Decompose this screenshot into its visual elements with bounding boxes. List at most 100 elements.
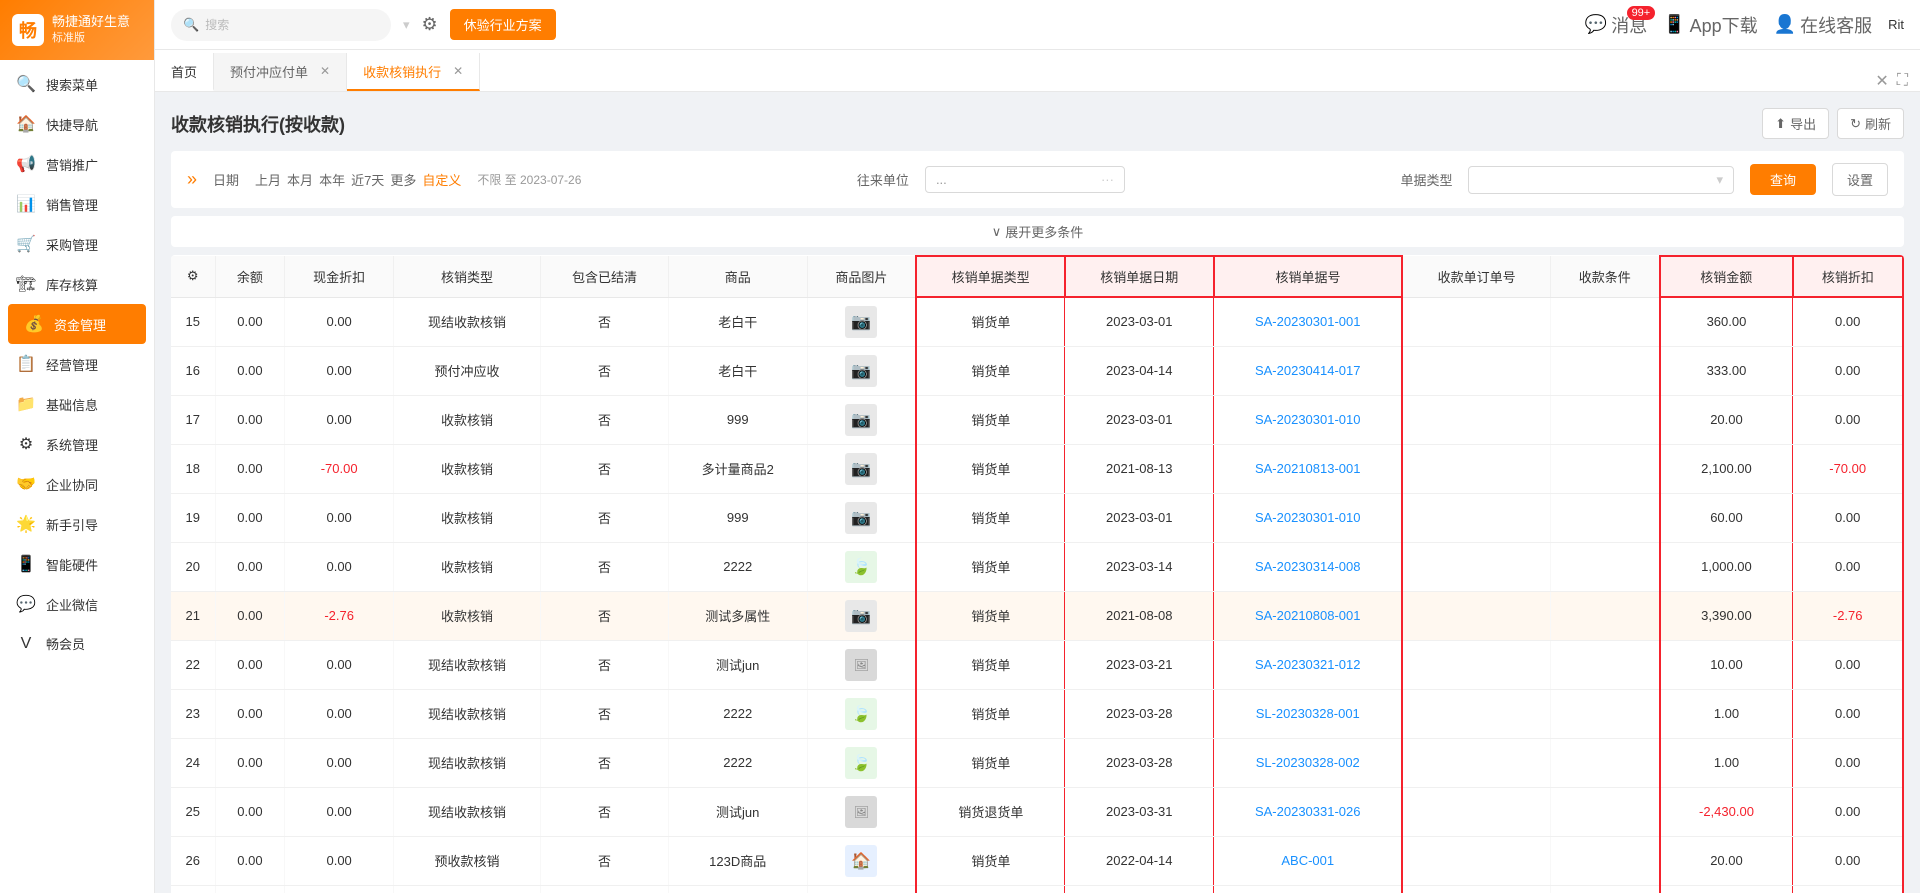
tab-prepay[interactable]: 预付冲应付单 ✕ xyxy=(214,53,347,91)
tab-close-all-icon[interactable]: ✕ xyxy=(1875,71,1888,91)
sidebar: 畅 畅捷通好生意 标准版 🔍搜索菜单🏠快捷导航📢营销推广📊销售管理🛒采购管理🏗库… xyxy=(0,0,155,893)
message-icon-btn[interactable]: 💬 消息 99+ xyxy=(1585,12,1647,38)
refresh-icon: ↻ xyxy=(1850,116,1861,132)
export-button[interactable]: ⬆ 导出 xyxy=(1762,108,1829,139)
tab-receipt-close-icon[interactable]: ✕ xyxy=(453,64,463,78)
cell-include-settled: 否 xyxy=(541,640,669,689)
tab-home[interactable]: 首页 xyxy=(155,53,214,91)
cell-id: 17 xyxy=(171,395,215,444)
tab-receipt[interactable]: 收款核销执行 ✕ xyxy=(347,53,480,91)
sidebar-item-enterprise[interactable]: 🤝企业协同 xyxy=(0,464,154,504)
table-row: 24 0.00 0.00 现结收款核销 否 2222 🍃 销货单 2023-03… xyxy=(171,738,1903,787)
dropdown-arrow-icon: ▾ xyxy=(403,17,410,33)
sidebar-item-inventory[interactable]: 🏗库存核算 xyxy=(0,264,154,304)
filter-more[interactable]: 更多 xyxy=(390,170,416,189)
sidebar-item-system[interactable]: ⚙系统管理 xyxy=(0,424,154,464)
cell-id: 23 xyxy=(171,689,215,738)
cell-cancel-date: 2023-04-08 xyxy=(1065,885,1214,893)
cell-cancel-voucher-type: 销货退货单 xyxy=(916,787,1065,836)
cell-receipt-order xyxy=(1402,787,1550,836)
cell-cash-discount: 0.00 xyxy=(285,493,394,542)
filter-date-range: 不限 至 2023-07-26 xyxy=(477,171,581,188)
table-row: 26 0.00 0.00 预收款核销 否 123D商品 🏠 销货单 2022-0… xyxy=(171,836,1903,885)
online-service-btn[interactable]: 👤 在线客服 xyxy=(1774,12,1872,38)
cell-cancel-discount: 0.00 xyxy=(1793,885,1903,893)
sidebar-item-vip[interactable]: V畅会员 xyxy=(0,624,154,663)
expand-more-bar[interactable]: ∨ 展开更多条件 xyxy=(171,216,1904,247)
sidebar-item-purchase[interactable]: 🛒采购管理 xyxy=(0,224,154,264)
cell-include-settled: 否 xyxy=(541,885,669,893)
cell-cancel-voucher-type: 销货单 xyxy=(916,395,1065,444)
cell-cash-discount: 0.00 xyxy=(285,787,394,836)
cell-balance: 0.00 xyxy=(215,836,285,885)
cell-cancel-voucher-type: 销货单 xyxy=(916,591,1065,640)
business-icon: 📋 xyxy=(16,354,36,374)
cell-cash-discount: 0.00 xyxy=(285,738,394,787)
settings-button[interactable]: 设置 xyxy=(1832,163,1888,196)
data-table-container: ⚙ 余额 现金折扣 核销类型 包含已结清 商品 商品图片 核销单据类型 核销单据… xyxy=(171,255,1904,893)
sidebar-item-base-info[interactable]: 📁基础信息 xyxy=(0,384,154,424)
cell-product: 2222 xyxy=(668,689,807,738)
cell-balance: 0.00 xyxy=(215,395,285,444)
industry-solution-button[interactable]: 休验行业方案 xyxy=(450,9,556,40)
filter-toggle-button[interactable]: » xyxy=(187,169,197,190)
title-actions: ⬆ 导出 ↻ 刷新 xyxy=(1762,108,1904,139)
sidebar-item-finance[interactable]: 💰资金管理 xyxy=(8,304,146,344)
th-receipt-condition: 收款条件 xyxy=(1550,256,1659,297)
cell-id: 25 xyxy=(171,787,215,836)
filter-7-days[interactable]: 近7天 xyxy=(351,170,384,189)
tab-prepay-close-icon[interactable]: ✕ xyxy=(320,64,330,78)
sidebar-item-label-finance: 资金管理 xyxy=(54,315,106,334)
product-image: 📷 xyxy=(845,600,877,632)
cell-product: 999 xyxy=(668,395,807,444)
expand-more-icon: ∨ xyxy=(992,224,1002,240)
cell-cancel-type: 收款核销 xyxy=(393,542,540,591)
cell-cancel-amount: 100.00 xyxy=(1660,885,1793,893)
sidebar-item-guide[interactable]: 🌟新手引导 xyxy=(0,504,154,544)
cell-balance: 0.00 xyxy=(215,689,285,738)
th-cancel-voucher-type: 核销单据类型 xyxy=(916,256,1065,297)
page-title: 收款核销执行(按收款) xyxy=(171,111,345,137)
cell-id: 18 xyxy=(171,444,215,493)
filter-custom-date[interactable]: 自定义 xyxy=(422,170,461,189)
cell-cancel-voucher-type: 销货单 xyxy=(916,493,1065,542)
filter-voucher-type-label: 单据类型 xyxy=(1400,170,1452,189)
sidebar-item-business[interactable]: 📋经营管理 xyxy=(0,344,154,384)
cell-cancel-number: SL-20230328-002 xyxy=(1214,738,1403,787)
sidebar-item-quick-nav[interactable]: 🏠快捷导航 xyxy=(0,104,154,144)
cell-cancel-number: SL-20230328-001 xyxy=(1214,689,1403,738)
topbar-search-box[interactable]: 🔍 搜索 xyxy=(171,9,391,41)
settings-gear-icon[interactable]: ⚙ xyxy=(422,14,438,35)
app-download-btn[interactable]: 📱 App下载 xyxy=(1663,12,1757,38)
th-product: 商品 xyxy=(668,256,807,297)
sidebar-item-label-vip: 畅会员 xyxy=(46,634,85,653)
filter-last-month[interactable]: 上月 xyxy=(255,170,281,189)
filter-this-month[interactable]: 本月 xyxy=(287,170,313,189)
sidebar-item-sales[interactable]: 📊销售管理 xyxy=(0,184,154,224)
cell-include-settled: 否 xyxy=(541,836,669,885)
filter-this-year[interactable]: 本年 xyxy=(319,170,345,189)
sidebar-item-search[interactable]: 🔍搜索菜单 xyxy=(0,64,154,104)
cell-receipt-condition xyxy=(1550,493,1659,542)
filter-counterparty-input[interactable]: ... ··· xyxy=(925,166,1125,193)
th-cancel-number: 核销单据号 xyxy=(1214,256,1403,297)
sidebar-item-marketing[interactable]: 📢营销推广 xyxy=(0,144,154,184)
user-avatar-btn[interactable]: Rit xyxy=(1888,17,1904,32)
product-image: 📷 xyxy=(845,355,877,387)
cell-cancel-voucher-type: 销货单 xyxy=(916,689,1065,738)
refresh-button[interactable]: ↻ 刷新 xyxy=(1837,108,1904,139)
filter-voucher-type-select[interactable]: ▾ xyxy=(1468,166,1734,194)
quick-nav-icon: 🏠 xyxy=(16,114,36,134)
cell-id: 16 xyxy=(171,346,215,395)
th-cancel-type: 核销类型 xyxy=(393,256,540,297)
tab-maximize-icon[interactable]: ⛶ xyxy=(1897,72,1908,90)
cell-cash-discount: 0.00 xyxy=(285,640,394,689)
message-badge: 99+ xyxy=(1627,6,1656,20)
cell-cancel-type: 收款核销 xyxy=(393,591,540,640)
sidebar-item-hardware[interactable]: 📱智能硬件 xyxy=(0,544,154,584)
query-button[interactable]: 查询 xyxy=(1750,164,1816,195)
sidebar-item-wechat[interactable]: 💬企业微信 xyxy=(0,584,154,624)
guide-icon: 🌟 xyxy=(16,514,36,534)
cell-cancel-discount: 0.00 xyxy=(1793,542,1903,591)
topbar-right: 💬 消息 99+ 📱 App下载 👤 在线客服 Rit xyxy=(1585,12,1904,38)
